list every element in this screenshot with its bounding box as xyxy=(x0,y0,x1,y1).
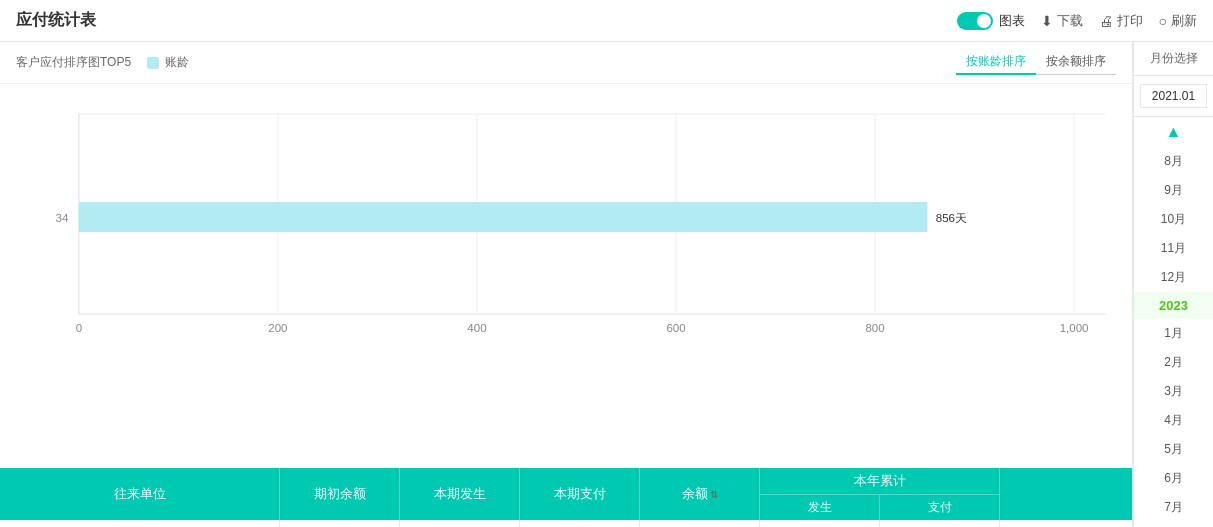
print-icon: 🖨 xyxy=(1099,13,1113,29)
chart-toggle-wrap: 图表 xyxy=(957,12,1025,30)
td-unit: 34 xyxy=(0,520,280,527)
svg-text:400: 400 xyxy=(467,322,486,334)
table-row: 34 51,000.00 51,000.00 51,000.00 xyxy=(0,520,1132,527)
chart-area: 0 200 400 600 800 1,000 xyxy=(0,84,1132,468)
header: 应付统计表 图表 ⬇ 下载 🖨 打印 ○ 刷新 xyxy=(0,0,1213,42)
svg-text:856天: 856天 xyxy=(936,212,966,224)
data-table: 往来单位 期初余额 本期发生 本期支付 xyxy=(0,468,1132,527)
sidebar-month-5[interactable]: 5月 xyxy=(1134,435,1213,464)
download-icon: ⬇ xyxy=(1041,13,1053,29)
sidebar-month-3[interactable]: 3月 xyxy=(1134,377,1213,406)
page-title: 应付统计表 xyxy=(16,10,96,31)
sidebar-year-2023[interactable]: 2023 xyxy=(1134,292,1213,319)
chevron-up-icon: ▲ xyxy=(1166,123,1182,141)
sidebar: 月份选择 ▲ 8月 9月 10月 11月 12月 2023 1月 2月 3月 4… xyxy=(1133,42,1213,527)
bar-chart-svg: 0 200 400 600 800 1,000 xyxy=(16,94,1116,354)
sidebar-year-input[interactable] xyxy=(1140,84,1207,108)
sidebar-up-button[interactable]: ▲ xyxy=(1134,117,1213,147)
svg-text:1,000: 1,000 xyxy=(1060,322,1089,334)
th-unit: 往来单位 xyxy=(0,468,280,520)
th-ytd-group: 本年累计 发生 支付 xyxy=(760,468,1000,520)
th-balance: 余额 ⇅ xyxy=(640,468,760,520)
sort-by-balance-button[interactable]: 按余额排序 xyxy=(1036,50,1116,75)
td-ytd-gen: 51,000.00 xyxy=(760,520,880,527)
chart-toggle-label: 图表 xyxy=(999,12,1025,30)
sidebar-month-9[interactable]: 9月 xyxy=(1134,176,1213,205)
legend-color-age xyxy=(147,57,159,69)
sidebar-down-button[interactable]: ▼ xyxy=(1134,522,1213,527)
svg-text:200: 200 xyxy=(268,322,287,334)
sort-by-amount-button[interactable]: 按账龄排序 xyxy=(956,50,1036,75)
chart-section: 客户应付排序图TOP5 账龄 按账龄排序 按余额排序 xyxy=(0,42,1133,527)
chart-toggle[interactable] xyxy=(957,12,993,30)
th-ytd-gen: 发生 xyxy=(760,495,880,520)
sidebar-month-12[interactable]: 12月 xyxy=(1134,263,1213,292)
td-opening xyxy=(280,520,400,527)
sidebar-month-10[interactable]: 10月 xyxy=(1134,205,1213,234)
refresh-icon: ○ xyxy=(1159,13,1167,29)
chart-sort-buttons: 按账龄排序 按余额排序 xyxy=(956,50,1116,75)
th-ytd-subs: 发生 支付 xyxy=(760,495,999,520)
th-opening: 期初余额 xyxy=(280,468,400,520)
sidebar-month-4[interactable]: 4月 xyxy=(1134,406,1213,435)
th-current-gen: 本期发生 xyxy=(400,468,520,520)
sidebar-month-11[interactable]: 11月 xyxy=(1134,234,1213,263)
main-area: 客户应付排序图TOP5 账龄 按账龄排序 按余额排序 xyxy=(0,42,1213,527)
svg-rect-15 xyxy=(79,202,928,232)
chart-legend: 客户应付排序图TOP5 账龄 xyxy=(16,54,189,71)
sidebar-month-6[interactable]: 6月 xyxy=(1134,464,1213,493)
th-ytd-label: 本年累计 xyxy=(760,468,999,495)
sidebar-month-8[interactable]: 8月 xyxy=(1134,147,1213,176)
page-container: 应付统计表 图表 ⬇ 下载 🖨 打印 ○ 刷新 xyxy=(0,0,1213,527)
bar-chart: 0 200 400 600 800 1,000 xyxy=(16,94,1116,374)
svg-text:600: 600 xyxy=(666,322,685,334)
sidebar-month-list: 8月 9月 10月 11月 12月 2023 1月 2月 3月 4月 5月 6月… xyxy=(1134,147,1213,522)
table-header: 往来单位 期初余额 本期发生 本期支付 xyxy=(0,468,1132,520)
td-balance: 51,000.00 xyxy=(640,520,760,527)
svg-text:34: 34 xyxy=(56,212,69,224)
sidebar-month-7[interactable]: 7月 xyxy=(1134,493,1213,522)
refresh-button[interactable]: ○ 刷新 xyxy=(1159,12,1197,30)
td-current-gen: 51,000.00 xyxy=(400,520,520,527)
svg-text:800: 800 xyxy=(865,322,884,334)
download-button[interactable]: ⬇ 下载 xyxy=(1041,12,1083,30)
sidebar-month-2[interactable]: 2月 xyxy=(1134,348,1213,377)
balance-sort-icon: ⇅ xyxy=(710,489,718,500)
chart-toolbar: 客户应付排序图TOP5 账龄 按账龄排序 按余额排序 xyxy=(0,42,1132,84)
print-button[interactable]: 🖨 打印 xyxy=(1099,12,1143,30)
sidebar-year-display xyxy=(1134,76,1213,117)
chart-legend-title: 客户应付排序图TOP5 xyxy=(16,54,131,71)
sidebar-month-label: 月份选择 xyxy=(1134,42,1213,76)
td-ytd-pay xyxy=(880,520,1000,527)
th-current-pay: 本期支付 xyxy=(520,468,640,520)
legend-label-age: 账龄 xyxy=(165,54,189,71)
legend-item-age: 账龄 xyxy=(147,54,189,71)
th-ytd-pay: 支付 xyxy=(880,495,999,520)
sidebar-month-1[interactable]: 1月 xyxy=(1134,319,1213,348)
header-actions: 图表 ⬇ 下载 🖨 打印 ○ 刷新 xyxy=(957,12,1197,30)
svg-text:0: 0 xyxy=(76,322,82,334)
td-current-pay xyxy=(520,520,640,527)
